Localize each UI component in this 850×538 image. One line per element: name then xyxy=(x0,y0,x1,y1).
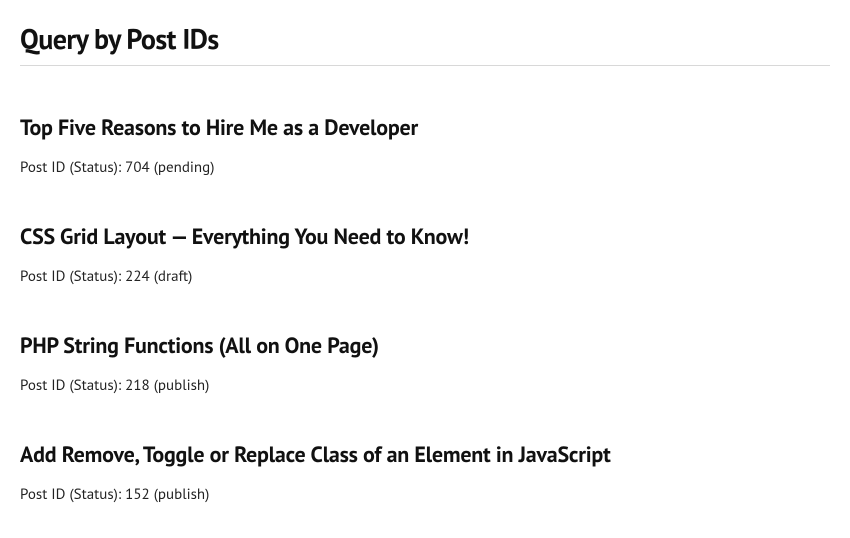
post-title[interactable]: Add Remove, Toggle or Replace Class of a… xyxy=(20,441,830,469)
post-id: 218 xyxy=(125,376,150,395)
post-title[interactable]: PHP String Functions (All on One Page) xyxy=(20,332,830,360)
list-item: Add Remove, Toggle or Replace Class of a… xyxy=(20,441,830,504)
post-meta: Post ID (Status): 152 (publish) xyxy=(20,485,830,504)
post-id: 704 xyxy=(125,158,150,177)
post-meta-label: Post ID (Status): xyxy=(20,376,121,395)
post-meta: Post ID (Status): 704 (pending) xyxy=(20,158,830,177)
post-meta-label: Post ID (Status): xyxy=(20,267,121,286)
post-meta: Post ID (Status): 218 (publish) xyxy=(20,376,830,395)
post-status: publish xyxy=(158,376,205,395)
post-meta-label: Post ID (Status): xyxy=(20,485,121,504)
post-id: 152 xyxy=(125,485,150,504)
post-status: draft xyxy=(158,267,188,286)
post-title[interactable]: CSS Grid Layout — Everything You Need to… xyxy=(20,223,830,251)
list-item: CSS Grid Layout — Everything You Need to… xyxy=(20,223,830,286)
post-title[interactable]: Top Five Reasons to Hire Me as a Develop… xyxy=(20,114,830,142)
page: Query by Post IDs Top Five Reasons to Hi… xyxy=(0,0,850,504)
list-item: PHP String Functions (All on One Page) P… xyxy=(20,332,830,395)
list-item: Top Five Reasons to Hire Me as a Develop… xyxy=(20,114,830,177)
page-title: Query by Post IDs xyxy=(20,20,830,66)
post-status: publish xyxy=(158,485,205,504)
post-status: pending xyxy=(158,158,210,177)
post-meta-label: Post ID (Status): xyxy=(20,158,121,177)
post-list: Top Five Reasons to Hire Me as a Develop… xyxy=(20,66,830,504)
post-meta: Post ID (Status): 224 (draft) xyxy=(20,267,830,286)
post-id: 224 xyxy=(125,267,150,286)
